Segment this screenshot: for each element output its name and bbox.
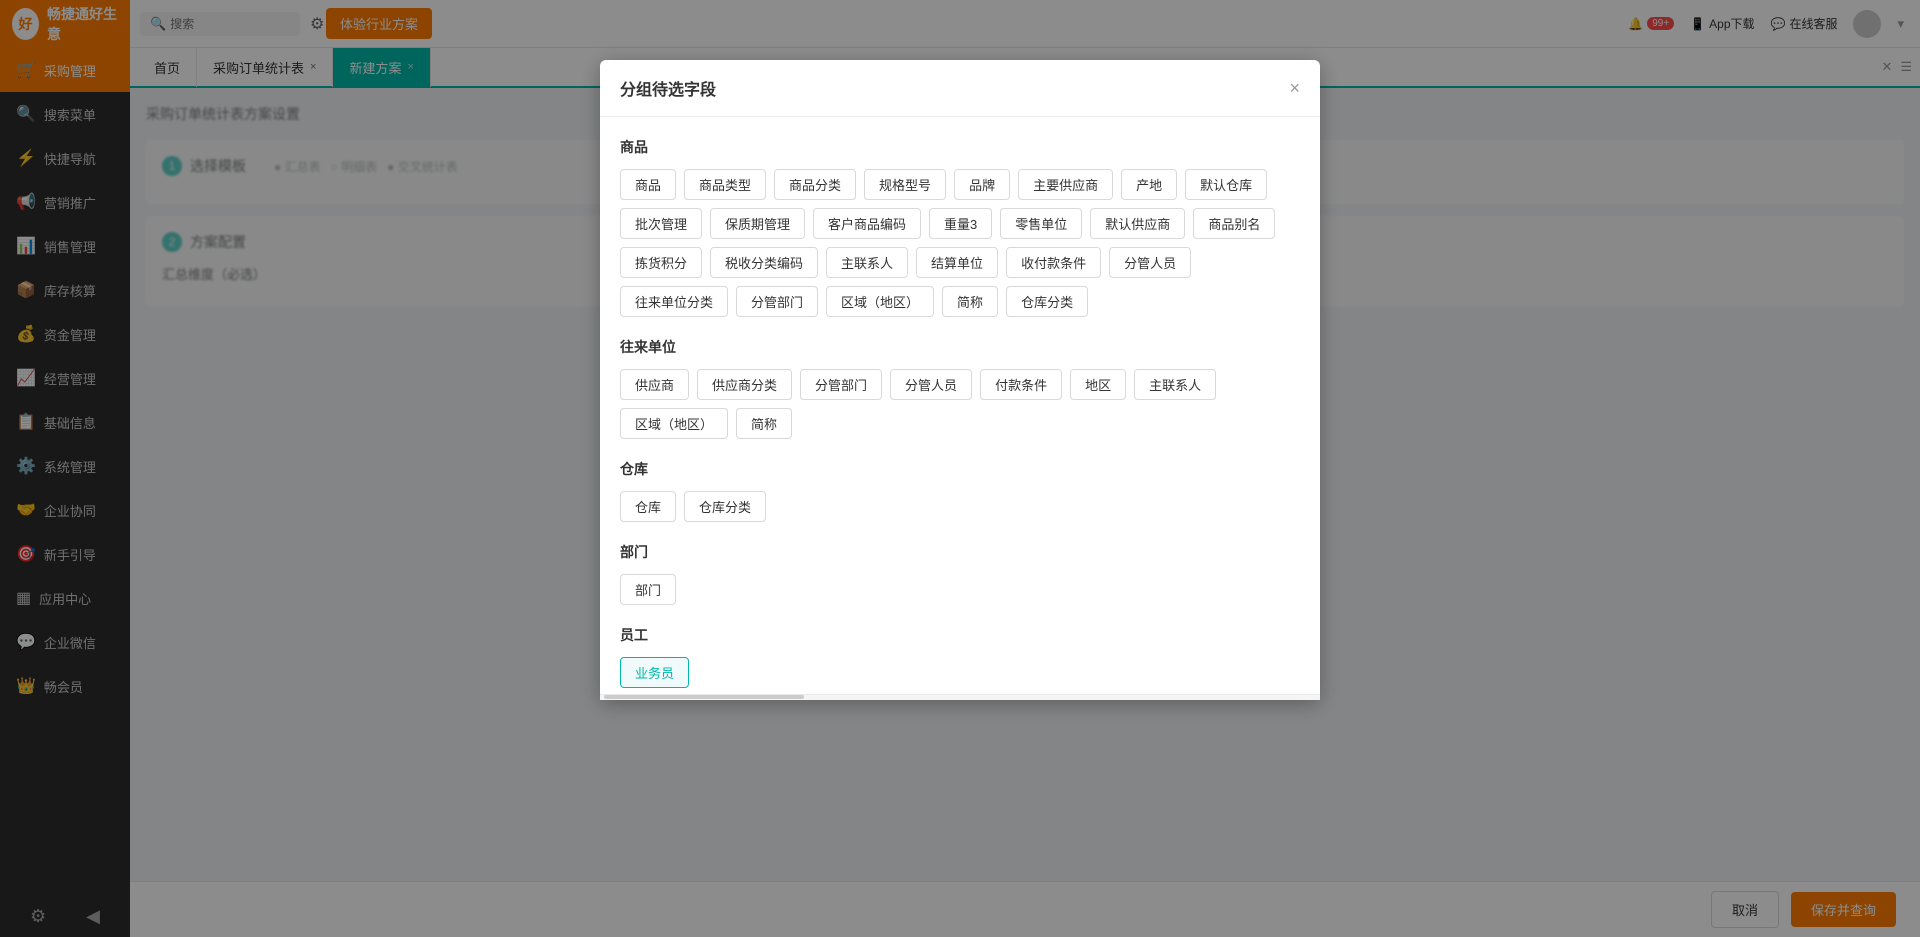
field-tag-warehouse-category[interactable]: 仓库分类 [1006,286,1088,317]
modal-body: 商品 商品 商品类型 商品分类 规格型号 品牌 主要供应商 产地 默认仓库 批次… [600,117,1320,694]
field-tag-goods-alias[interactable]: 商品别名 [1193,208,1275,239]
field-tag-pay-terms-2[interactable]: 付款条件 [980,369,1062,400]
section-staff: 员工 业务员 [620,625,1300,688]
field-tag-supplier[interactable]: 供应商 [620,369,689,400]
field-tag-customer-code[interactable]: 客户商品编码 [813,208,921,239]
staff-tags: 业务员 [620,657,1300,688]
field-tag-default-supplier[interactable]: 默认供应商 [1090,208,1185,239]
hscroll-thumb[interactable] [604,695,804,699]
field-tag-main-contact-2[interactable]: 主联系人 [1134,369,1216,400]
field-tag-brand[interactable]: 品牌 [954,169,1010,200]
modal-hscroll[interactable] [600,694,1320,700]
field-tag-manager[interactable]: 分管人员 [1109,247,1191,278]
field-tag-counterpart-category[interactable]: 往来单位分类 [620,286,728,317]
field-tag-batch-mgmt[interactable]: 批次管理 [620,208,702,239]
modal-title: 分组待选字段 [620,76,716,100]
warehouse-tags: 仓库 仓库分类 [620,491,1300,522]
field-tag-weight[interactable]: 重量3 [929,208,992,239]
field-tag-area[interactable]: 地区 [1070,369,1126,400]
field-tag-pay-terms[interactable]: 收付款条件 [1006,247,1101,278]
dept-tags: 部门 [620,574,1300,605]
section-warehouse: 仓库 仓库 仓库分类 [620,459,1300,522]
field-tag-main-supplier[interactable]: 主要供应商 [1018,169,1113,200]
section-goods: 商品 商品 商品类型 商品分类 规格型号 品牌 主要供应商 产地 默认仓库 批次… [620,137,1300,317]
field-tag-default-warehouse[interactable]: 默认仓库 [1185,169,1267,200]
field-tag-dept-managed-2[interactable]: 分管部门 [800,369,882,400]
modal-overlay: 分组待选字段 × 商品 商品 商品类型 商品分类 规格型号 品牌 主要供应商 产… [0,0,1920,937]
section-goods-title: 商品 [620,137,1300,157]
field-tag-dept-managed[interactable]: 分管部门 [736,286,818,317]
goods-tags: 商品 商品类型 商品分类 规格型号 品牌 主要供应商 产地 默认仓库 批次管理 … [620,169,1300,317]
field-tag-warehouse[interactable]: 仓库 [620,491,676,522]
field-tag-manager-2[interactable]: 分管人员 [890,369,972,400]
field-tag-retail-unit[interactable]: 零售单位 [1000,208,1082,239]
field-tag-region-2[interactable]: 区域（地区） [620,408,728,439]
modal-header: 分组待选字段 × [600,60,1320,117]
field-tag-pick-points[interactable]: 拣货积分 [620,247,702,278]
field-tag-salesperson[interactable]: 业务员 [620,657,689,688]
field-tag-supplier-category[interactable]: 供应商分类 [697,369,792,400]
field-tag-expiry-mgmt[interactable]: 保质期管理 [710,208,805,239]
modal: 分组待选字段 × 商品 商品 商品类型 商品分类 规格型号 品牌 主要供应商 产… [600,60,1320,700]
field-tag-goods-category[interactable]: 商品分类 [774,169,856,200]
field-tag-settle-unit[interactable]: 结算单位 [916,247,998,278]
section-counterpart: 往来单位 供应商 供应商分类 分管部门 分管人员 付款条件 地区 主联系人 区域… [620,337,1300,439]
field-tag-goods[interactable]: 商品 [620,169,676,200]
section-counterpart-title: 往来单位 [620,337,1300,357]
section-dept: 部门 部门 [620,542,1300,605]
field-tag-goods-type[interactable]: 商品类型 [684,169,766,200]
field-tag-region[interactable]: 区域（地区） [826,286,934,317]
field-tag-main-contact[interactable]: 主联系人 [826,247,908,278]
modal-close-button[interactable]: × [1289,79,1300,97]
field-tag-spec-model[interactable]: 规格型号 [864,169,946,200]
field-tag-tax-code[interactable]: 税收分类编码 [710,247,818,278]
field-tag-warehouse-cat[interactable]: 仓库分类 [684,491,766,522]
counterpart-tags: 供应商 供应商分类 分管部门 分管人员 付款条件 地区 主联系人 区域（地区） … [620,369,1300,439]
field-tag-dept[interactable]: 部门 [620,574,676,605]
section-warehouse-title: 仓库 [620,459,1300,479]
field-tag-short-name-2[interactable]: 简称 [736,408,792,439]
field-tag-origin[interactable]: 产地 [1121,169,1177,200]
field-tag-short-name[interactable]: 简称 [942,286,998,317]
section-staff-title: 员工 [620,625,1300,645]
section-dept-title: 部门 [620,542,1300,562]
